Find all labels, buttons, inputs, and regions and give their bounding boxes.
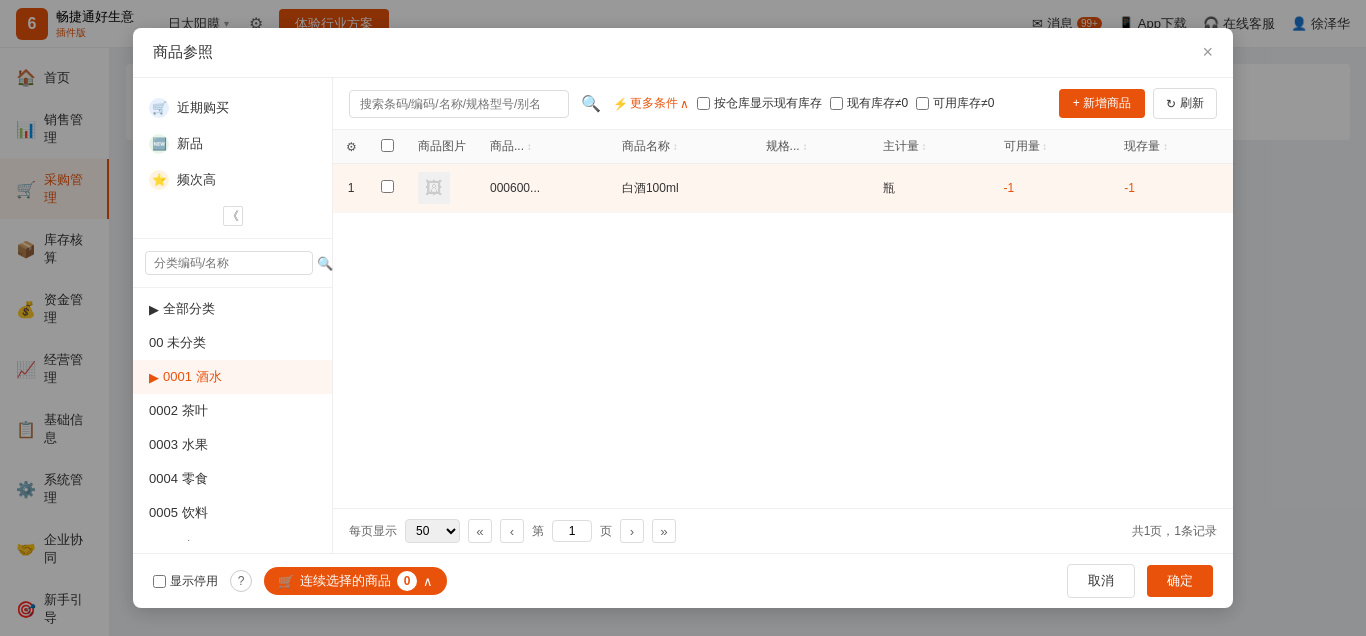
product-search-button[interactable]: 🔍: [577, 94, 605, 113]
product-thumbnail: 🖼: [418, 172, 450, 204]
page-input[interactable]: [552, 520, 592, 542]
category-0001[interactable]: ▶ 0001 酒水: [133, 360, 332, 394]
quick-item-recent[interactable]: 🛒 近期购买: [133, 90, 332, 126]
cart-collapse-icon: ∧: [423, 574, 433, 589]
total-info: 共1页，1条记录: [1132, 523, 1217, 540]
add-product-button[interactable]: + 新增商品: [1059, 89, 1145, 118]
col-check: [369, 130, 406, 164]
col-image: 商品图片: [406, 130, 478, 164]
col-spec[interactable]: 规格...: [754, 130, 871, 164]
prev-page-button[interactable]: ‹: [500, 519, 524, 543]
recent-icon: 🛒: [149, 98, 169, 118]
category-search-input[interactable]: [145, 251, 313, 275]
more-filter-button[interactable]: ⚡ 更多条件 ∧: [613, 95, 689, 112]
next-page-button[interactable]: ›: [620, 519, 644, 543]
modal-footer: 显示停用 ? 🛒 连续选择的商品 0 ∧ 取消 确定: [133, 553, 1233, 608]
table-body: 1 🖼 000600... 白酒100ml 瓶 -1 -1: [333, 164, 1233, 213]
category-search-icon[interactable]: 🔍: [317, 256, 333, 271]
cart-icon: 🛒: [278, 574, 294, 589]
row-unit: 瓶: [871, 164, 992, 213]
usable-check[interactable]: 可用库存≠0: [916, 95, 994, 112]
new-icon: 🆕: [149, 134, 169, 154]
col-name[interactable]: 商品名称: [610, 130, 754, 164]
divider2: [133, 287, 332, 288]
category-0003[interactable]: 0003 水果: [133, 428, 332, 462]
cart-label: 连续选择的商品: [300, 572, 391, 590]
product-reference-modal: 商品参照 × 🛒 近期购买 🆕 新品 ⭐ 频次高: [133, 28, 1233, 608]
show-inactive-label[interactable]: 显示停用: [153, 573, 218, 590]
refresh-icon: ↻: [1166, 97, 1176, 111]
collapse-button[interactable]: 《: [223, 206, 243, 226]
right-panel: 🔍 ⚡ 更多条件 ∧ 按仓库显示现有库存 现有库存≠0: [333, 78, 1233, 553]
per-page-label: 每页显示: [349, 523, 397, 540]
cart-area[interactable]: 🛒 连续选择的商品 0 ∧: [264, 567, 447, 595]
page-label: 第: [532, 523, 544, 540]
category-arrow: ▶: [149, 302, 159, 317]
product-search-input[interactable]: [349, 90, 569, 118]
row-image: 🖼: [406, 164, 478, 213]
category-arrow: ▶: [149, 370, 159, 385]
modal-close-button[interactable]: ×: [1202, 42, 1213, 63]
row-spec: [754, 164, 871, 213]
filter-icon: ⚡: [613, 97, 628, 111]
help-icon[interactable]: ?: [230, 570, 252, 592]
col-gear: ⚙: [333, 130, 369, 164]
page-unit-label: 页: [600, 523, 612, 540]
warehouse-display-check[interactable]: 按仓库显示现有库存: [697, 95, 822, 112]
first-page-button[interactable]: «: [468, 519, 492, 543]
category-list: ▶ 全部分类 00 未分类 ▶ 0001 酒水 0002 茶叶 0003 水果: [133, 292, 332, 541]
confirm-button[interactable]: 确定: [1147, 565, 1213, 597]
select-all-checkbox[interactable]: [381, 139, 394, 152]
col-stock[interactable]: 现存量: [1112, 130, 1233, 164]
pagination: 每页显示 50 10 20 100 « ‹ 第 页 › » 共1页，1条记录: [333, 508, 1233, 553]
available-check[interactable]: 现有库存≠0: [830, 95, 908, 112]
left-panel: 🛒 近期购买 🆕 新品 ⭐ 频次高 《: [133, 78, 333, 553]
modal-body: 🛒 近期购买 🆕 新品 ⭐ 频次高 《: [133, 78, 1233, 553]
cart-count: 0: [397, 571, 417, 591]
category-0002[interactable]: 0002 茶叶: [133, 394, 332, 428]
quick-item-new[interactable]: 🆕 新品: [133, 126, 332, 162]
category-0005[interactable]: 0005 饮料: [133, 496, 332, 530]
row-check[interactable]: [369, 164, 406, 213]
row-num: 1: [333, 164, 369, 213]
category-search-row: 🔍: [133, 243, 332, 283]
filter-bar: 🔍 ⚡ 更多条件 ∧ 按仓库显示现有库存 现有库存≠0: [333, 78, 1233, 130]
refresh-modal-button[interactable]: ↻ 刷新: [1153, 88, 1217, 119]
product-table-area: ⚙ 商品图片 商品... 商品名称 规格... 主计量 可用量 现存量: [333, 130, 1233, 508]
row-available: -1: [992, 164, 1113, 213]
row-stock: -1: [1112, 164, 1233, 213]
col-code[interactable]: 商品...: [478, 130, 610, 164]
cancel-button[interactable]: 取消: [1067, 564, 1135, 598]
divider: [133, 238, 332, 239]
category-unclassified[interactable]: 00 未分类: [133, 326, 332, 360]
product-table: ⚙ 商品图片 商品... 商品名称 规格... 主计量 可用量 现存量: [333, 130, 1233, 213]
usable-checkbox[interactable]: [916, 97, 929, 110]
table-row[interactable]: 1 🖼 000600... 白酒100ml 瓶 -1 -1: [333, 164, 1233, 213]
row-code: 000600...: [478, 164, 610, 213]
modal-overlay: 商品参照 × 🛒 近期购买 🆕 新品 ⭐ 频次高: [0, 0, 1366, 636]
last-page-button[interactable]: »: [652, 519, 676, 543]
modal-header: 商品参照 ×: [133, 28, 1233, 78]
available-checkbox[interactable]: [830, 97, 843, 110]
row-name: 白酒100ml: [610, 164, 754, 213]
col-available[interactable]: 可用量: [992, 130, 1113, 164]
frequent-icon: ⭐: [149, 170, 169, 190]
show-inactive-checkbox[interactable]: [153, 575, 166, 588]
category-0008[interactable]: 0008 水: [133, 530, 332, 541]
table-header: ⚙ 商品图片 商品... 商品名称 规格... 主计量 可用量 现存量: [333, 130, 1233, 164]
per-page-select[interactable]: 50 10 20 100: [405, 519, 460, 543]
col-unit[interactable]: 主计量: [871, 130, 992, 164]
category-all[interactable]: ▶ 全部分类: [133, 292, 332, 326]
modal-title: 商品参照: [153, 43, 213, 62]
quick-item-frequent[interactable]: ⭐ 频次高: [133, 162, 332, 198]
category-0004[interactable]: 0004 零食: [133, 462, 332, 496]
warehouse-checkbox[interactable]: [697, 97, 710, 110]
